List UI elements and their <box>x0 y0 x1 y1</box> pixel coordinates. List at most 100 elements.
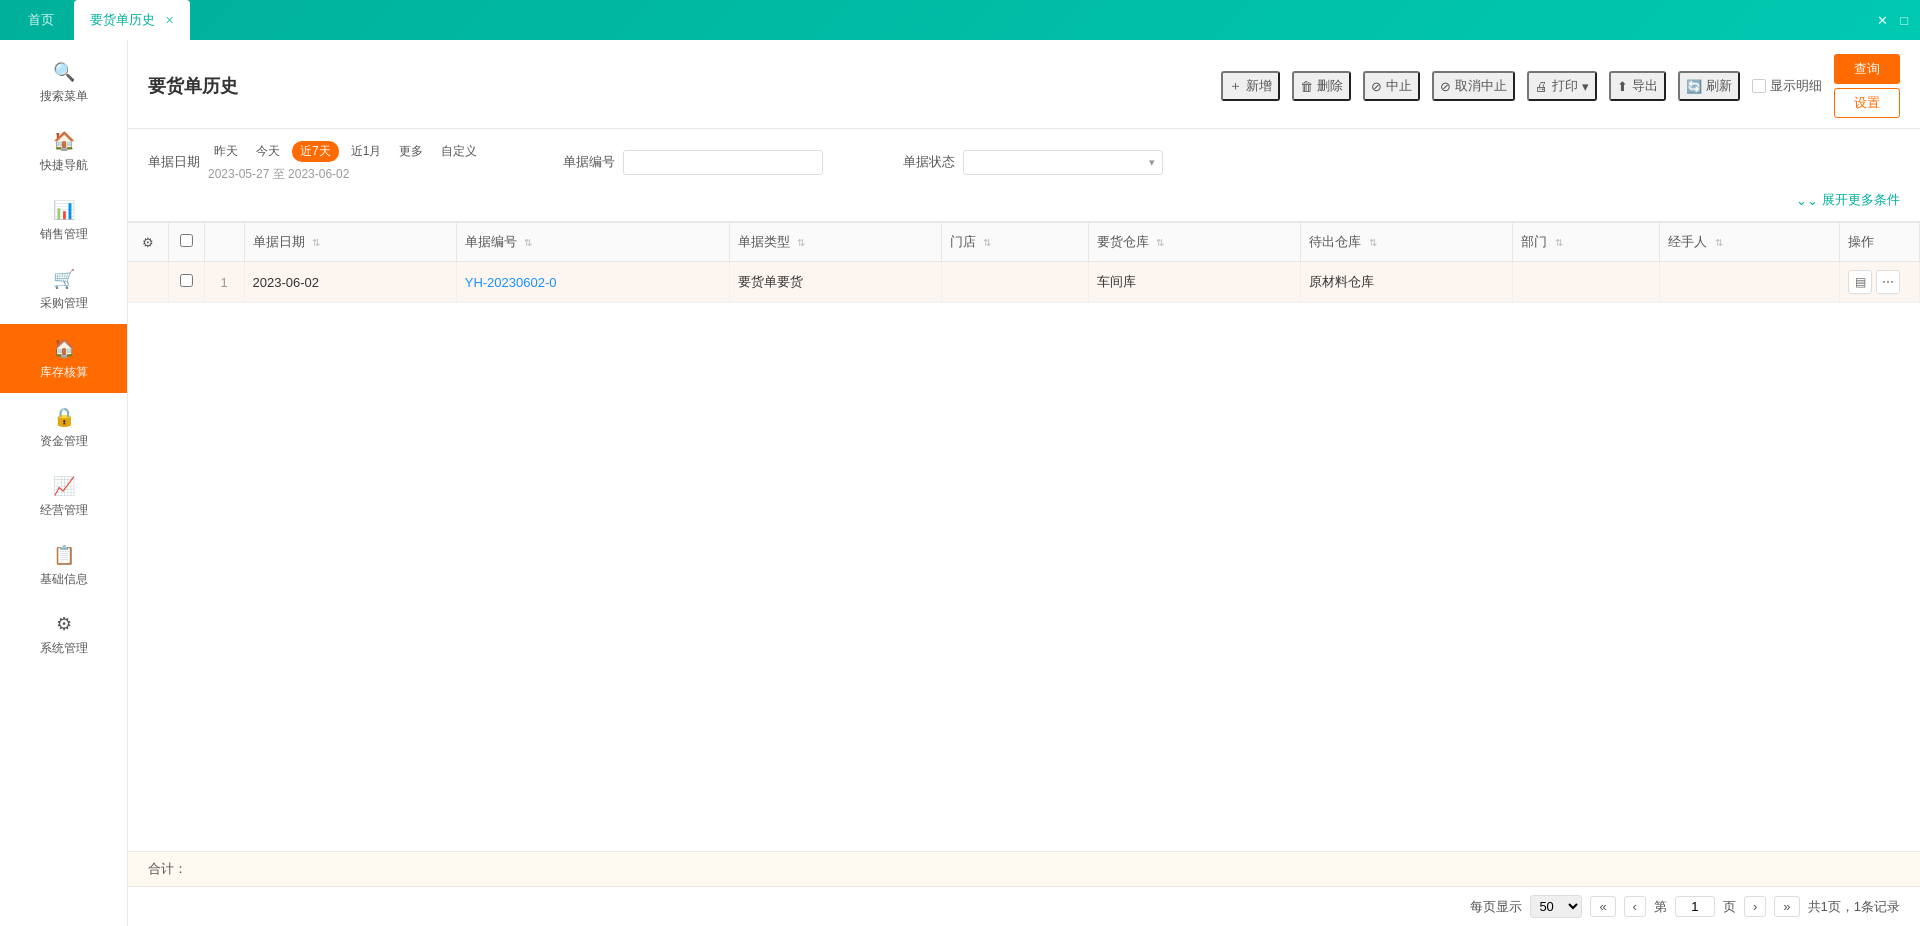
select-all-checkbox[interactable] <box>180 234 193 247</box>
col-reqwarehouse[interactable]: 要货仓库 ⇅ <box>1088 223 1300 262</box>
window-maximize-btn[interactable]: □ <box>1900 13 1908 28</box>
table-header-row: ⚙ 单据日期 ⇅ 单据编号 ⇅ <box>128 223 1920 262</box>
col-pendingwarehouse[interactable]: 待出仓库 ⇅ <box>1301 223 1513 262</box>
row-settings-cell <box>128 262 168 303</box>
col-doctype-label: 单据类型 <box>738 234 790 249</box>
row-docno: YH-20230602-0 <box>456 262 729 303</box>
export-button[interactable]: ⬆ 导出 <box>1609 71 1666 101</box>
ops-icon: 📈 <box>52 474 76 498</box>
col-handler[interactable]: 经手人 ⇅ <box>1660 223 1840 262</box>
refresh-icon: 🔄 <box>1686 79 1702 94</box>
date-btn-month[interactable]: 近1月 <box>345 141 388 162</box>
per-page-select[interactable]: 50 100 <box>1530 895 1582 918</box>
sidebar-item-operations[interactable]: 📈 经营管理 <box>0 462 127 531</box>
new-plus-icon: ＋ <box>1229 77 1242 95</box>
page-input[interactable] <box>1675 896 1715 917</box>
next-page-btn[interactable]: › <box>1744 896 1766 917</box>
col-settings[interactable]: ⚙ <box>128 223 168 262</box>
col-docno-label: 单据编号 <box>465 234 517 249</box>
date-btn-yesterday[interactable]: 昨天 <box>208 141 244 162</box>
date-btn-more[interactable]: 更多 <box>393 141 429 162</box>
sidebar-label-sales: 销售管理 <box>40 226 88 243</box>
table-body: 1 2023-06-02 YH-20230602-0 要货单要货 车间库 原材料… <box>128 262 1920 303</box>
page-header: 要货单历史 ＋ 新增 🗑 删除 ⊘ 中止 ⊘ 取消中止 <box>128 40 1920 129</box>
expand-btn[interactable]: ⌄⌄ 展开更多条件 <box>1796 191 1900 209</box>
sidebar-item-purchase[interactable]: 🛒 采购管理 <box>0 255 127 324</box>
row-more-btn[interactable]: ⋯ <box>1876 270 1900 294</box>
sidebar-item-system[interactable]: ⚙ 系统管理 <box>0 600 127 669</box>
col-num <box>204 223 244 262</box>
export-icon: ⬆ <box>1617 79 1628 94</box>
print-arrow: ▾ <box>1582 79 1589 94</box>
first-page-btn[interactable]: « <box>1590 896 1615 917</box>
show-detail-label[interactable]: 显示明细 <box>1752 77 1822 95</box>
per-page-label: 每页显示 <box>1470 898 1522 916</box>
sidebar-item-basic[interactable]: 📋 基础信息 <box>0 531 127 600</box>
col-operation-label: 操作 <box>1848 234 1874 249</box>
tab-home-label: 首页 <box>28 11 54 29</box>
refresh-button[interactable]: 🔄 刷新 <box>1678 71 1740 101</box>
filter-row-2: ⌄⌄ 展开更多条件 <box>148 191 1900 209</box>
col-docno[interactable]: 单据编号 ⇅ <box>456 223 729 262</box>
sidebar-item-search[interactable]: 🔍 搜索菜单 <box>0 48 127 117</box>
page-title: 要货单历史 <box>148 74 238 98</box>
show-detail-checkbox[interactable] <box>1752 79 1766 93</box>
sidebar-item-quicknav[interactable]: 🏠 快捷导航 <box>0 117 127 186</box>
row-dept <box>1513 262 1660 303</box>
new-button[interactable]: ＋ 新增 <box>1221 71 1280 101</box>
row-operation: ▤ ⋯ <box>1840 262 1920 303</box>
stop-button[interactable]: ⊘ 中止 <box>1363 71 1420 101</box>
tab-history[interactable]: 要货单历史 ✕ <box>74 0 190 40</box>
query-button[interactable]: 查询 <box>1834 54 1900 84</box>
row-docno-link[interactable]: YH-20230602-0 <box>465 275 557 290</box>
filter-docno: 单据编号 <box>563 150 823 175</box>
tab-history-close[interactable]: ✕ <box>165 14 174 27</box>
row-checkbox-cell <box>168 262 204 303</box>
print-button[interactable]: 🖨 打印 ▾ <box>1527 71 1597 101</box>
date-btn-custom[interactable]: 自定义 <box>435 141 483 162</box>
row-checkbox[interactable] <box>180 274 193 287</box>
total-label: 共1页，1条记录 <box>1808 898 1900 916</box>
window-close-btn[interactable]: ✕ <box>1877 13 1888 28</box>
col-store[interactable]: 门店 ⇅ <box>941 223 1088 262</box>
status-select[interactable] <box>963 150 1163 175</box>
col-doctype[interactable]: 单据类型 ⇅ <box>729 223 941 262</box>
col-reqwarehouse-label: 要货仓库 <box>1097 234 1149 249</box>
delete-button[interactable]: 🗑 删除 <box>1292 71 1351 101</box>
date-btn-7days[interactable]: 近7天 <box>292 141 339 162</box>
sidebar-label-operations: 经营管理 <box>40 502 88 519</box>
main-content: 要货单历史 ＋ 新增 🗑 删除 ⊘ 中止 ⊘ 取消中止 <box>128 40 1920 926</box>
row-view-btn[interactable]: ▤ <box>1848 270 1872 294</box>
refresh-label: 刷新 <box>1706 77 1732 95</box>
sidebar-item-finance[interactable]: 🔒 资金管理 <box>0 393 127 462</box>
sidebar-label-quicknav: 快捷导航 <box>40 157 88 174</box>
docno-input[interactable] <box>623 150 823 175</box>
pagination-bar: 每页显示 50 100 « ‹ 第 页 › » 共1页，1条记录 <box>128 886 1920 926</box>
date-btn-today[interactable]: 今天 <box>250 141 286 162</box>
last-page-btn[interactable]: » <box>1774 896 1799 917</box>
search-icon: 🔍 <box>52 60 76 84</box>
tab-home[interactable]: 首页 <box>12 0 70 40</box>
cancel-icon: ⊘ <box>1440 79 1451 94</box>
sidebar-item-inventory[interactable]: 🏠 库存核算 <box>0 324 127 393</box>
col-dept[interactable]: 部门 ⇅ <box>1513 223 1660 262</box>
export-label: 导出 <box>1632 77 1658 95</box>
top-bar-right: ✕ □ <box>1877 13 1908 28</box>
filter-date: 单据日期 昨天 今天 近7天 近1月 更多 自定义 2023-05-27 至 2… <box>148 141 483 183</box>
row-store <box>941 262 1088 303</box>
delete-label: 删除 <box>1317 77 1343 95</box>
prev-page-btn[interactable]: ‹ <box>1624 896 1646 917</box>
settings-button[interactable]: 设置 <box>1834 88 1900 118</box>
new-label: 新增 <box>1246 77 1272 95</box>
docno-label: 单据编号 <box>563 153 615 171</box>
col-checkbox <box>168 223 204 262</box>
sort-handler-icon: ⇅ <box>1715 237 1723 248</box>
data-table: ⚙ 单据日期 ⇅ 单据编号 ⇅ <box>128 223 1920 303</box>
table-footer: 合计： <box>128 851 1920 886</box>
sidebar-item-sales[interactable]: 📊 销售管理 <box>0 186 127 255</box>
col-date[interactable]: 单据日期 ⇅ <box>244 223 456 262</box>
col-pendingwarehouse-label: 待出仓库 <box>1309 234 1361 249</box>
cancel-stop-button[interactable]: ⊘ 取消中止 <box>1432 71 1515 101</box>
status-select-wrapper: ▾ <box>963 150 1163 175</box>
date-label: 单据日期 <box>148 153 200 171</box>
